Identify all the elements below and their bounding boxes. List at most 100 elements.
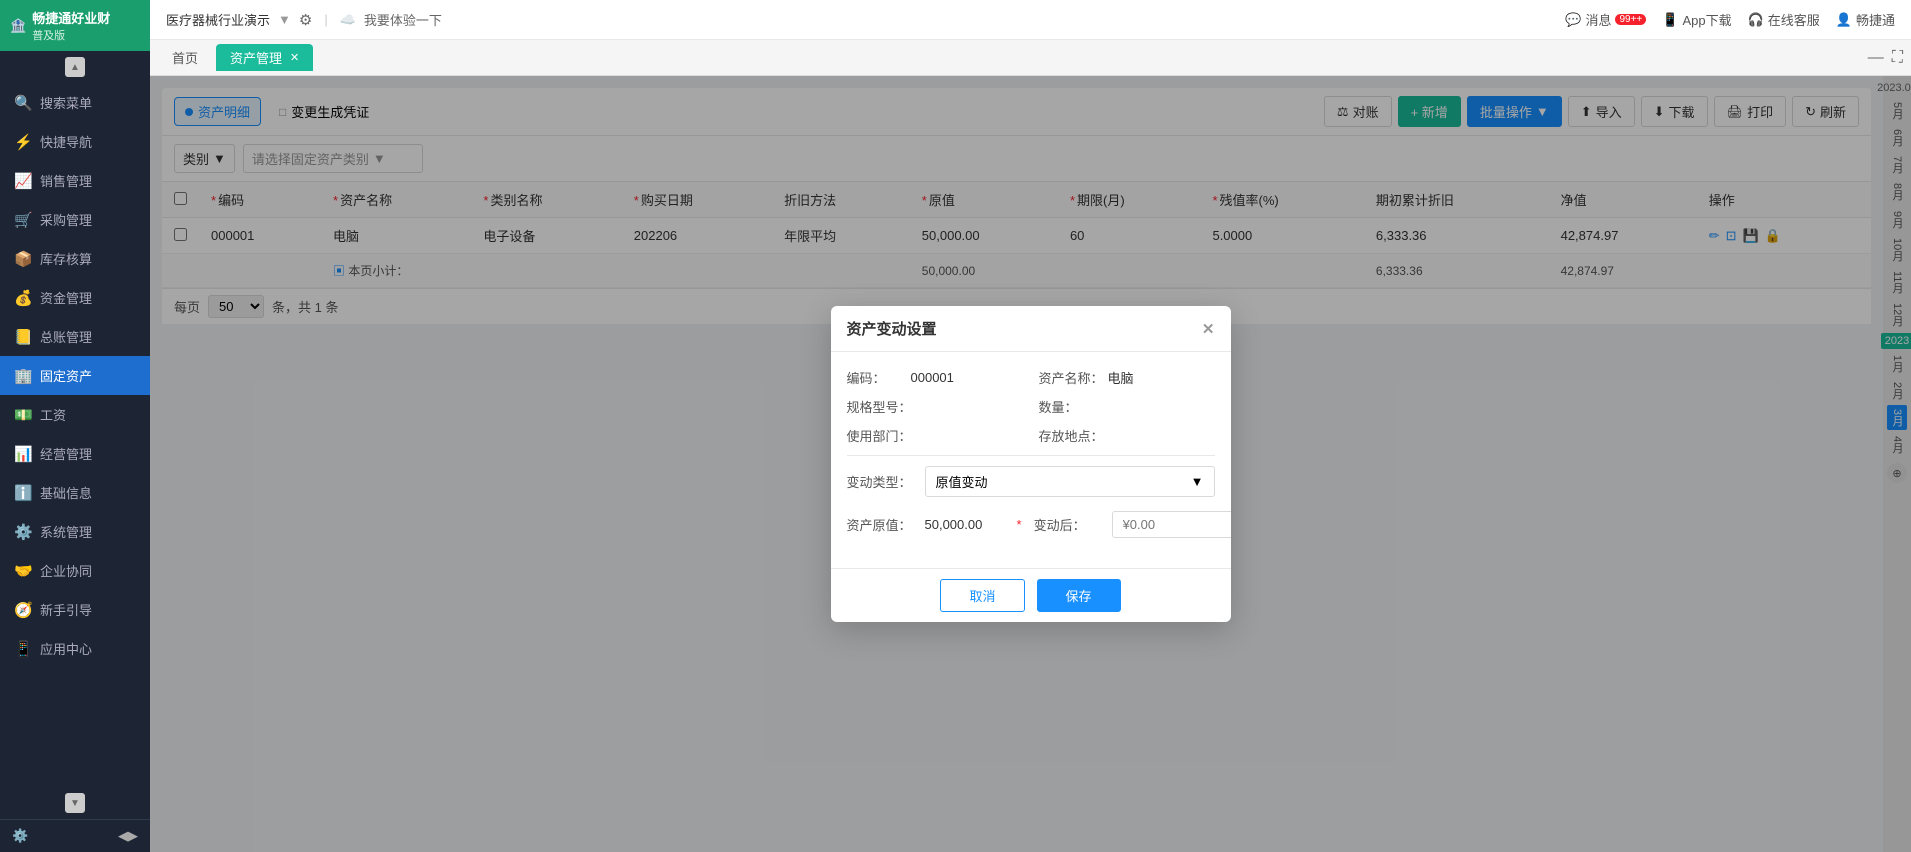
sidebar-scroll-up[interactable]: ▲ — [65, 57, 85, 77]
sidebar-item-ledger[interactable]: 📒 总账管理 — [0, 317, 150, 356]
app-download-label: App下载 — [1682, 10, 1731, 29]
dialog-field-code: 编码： 000001 — [847, 368, 1023, 387]
sidebar-label-sales: 销售管理 — [40, 171, 92, 190]
dialog-spec-label: 规格型号： — [847, 397, 912, 416]
service-icon: 🎧 — [1748, 12, 1764, 28]
dialog-dept-label: 使用部门： — [847, 426, 912, 445]
sidebar-item-payroll[interactable]: 💵 工资 — [0, 395, 150, 434]
finance-icon: 💰 — [14, 289, 32, 307]
app-edition: 普及版 — [32, 27, 110, 43]
change-type-select[interactable]: 原值变动 ▼ — [925, 466, 1215, 497]
settings-gear-icon[interactable]: ⚙ — [299, 11, 312, 29]
download-icon: 📱 — [1662, 12, 1678, 28]
sidebar-label-business: 经营管理 — [40, 444, 92, 463]
dialog-code-label: 编码： — [847, 368, 907, 387]
sidebar-bottom: ⚙️ ◀▶ — [0, 819, 150, 852]
enterprise-icon: 🤝 — [14, 562, 32, 580]
messages-icon: 💬 — [1565, 12, 1581, 28]
dialog-field-location: 存放地点： — [1039, 426, 1215, 445]
settings-icon[interactable]: ⚙️ — [12, 828, 28, 844]
sidebar-item-guide[interactable]: 🧭 新手引导 — [0, 590, 150, 629]
sidebar-label-inventory: 库存核算 — [40, 249, 92, 268]
system-icon: ⚙️ — [14, 523, 32, 541]
sidebar-item-purchase[interactable]: 🛒 采购管理 — [0, 200, 150, 239]
dialog-field-name: 资产名称： 电脑 — [1039, 368, 1215, 387]
online-service-button[interactable]: 🎧 在线客服 — [1748, 10, 1820, 29]
quick-nav-icon: ⚡ — [14, 133, 32, 151]
experience-cloud-icon: ☁️ — [340, 12, 356, 28]
sidebar-item-system[interactable]: ⚙️ 系统管理 — [0, 512, 150, 551]
inventory-icon: 📦 — [14, 250, 32, 268]
dialog-footer: 取消 保存 — [831, 568, 1231, 622]
user-avatar[interactable]: 👤 畅捷通 — [1836, 10, 1895, 29]
asset-original-value: 50,000.00 — [925, 517, 1005, 532]
sidebar-item-sales[interactable]: 📈 销售管理 — [0, 161, 150, 200]
after-change-input[interactable] — [1112, 511, 1231, 538]
app-download-button[interactable]: 📱 App下载 — [1662, 10, 1731, 29]
tab-close-icon[interactable]: ✕ — [290, 51, 299, 64]
home-tab-label: 首页 — [172, 48, 198, 67]
sidebar-label-ledger: 总账管理 — [40, 327, 92, 346]
dialog-close-icon[interactable]: ✕ — [1202, 320, 1215, 338]
sidebar-item-quick-nav[interactable]: ⚡ 快捷导航 — [0, 122, 150, 161]
sidebar-item-app-center[interactable]: 📱 应用中心 — [0, 629, 150, 668]
dialog-name-value: 电脑 — [1108, 368, 1134, 387]
search-icon: 🔍 — [14, 94, 32, 112]
minimize-button[interactable]: — — [1868, 49, 1884, 67]
content-area: 资产明细 □ 变更生成凭证 ⚖ 对账 + 新增 批量操作 — [150, 76, 1911, 852]
sidebar-item-finance[interactable]: 💰 资金管理 — [0, 278, 150, 317]
dialog-overlay: 资产变动设置 ✕ 编码： 000001 资产名称： 电脑 — [150, 76, 1911, 852]
tab-home[interactable]: 首页 — [158, 44, 212, 71]
dialog-row-dept-location: 使用部门： 存放地点： — [847, 426, 1215, 445]
required-star: * — [1017, 517, 1022, 532]
sidebar-label-purchase: 采购管理 — [40, 210, 92, 229]
tab-asset-management[interactable]: 资产管理 ✕ — [216, 44, 313, 71]
ledger-icon: 📒 — [14, 328, 32, 346]
guide-icon: 🧭 — [14, 601, 32, 619]
dialog-body: 编码： 000001 资产名称： 电脑 规格型号： — [831, 352, 1231, 568]
messages-button[interactable]: 💬 消息 99+ — [1565, 10, 1646, 29]
asset-value-label: 资产原值： — [847, 515, 917, 534]
sidebar-label-system: 系统管理 — [40, 522, 92, 541]
app-logo-icon: 🏦 — [10, 18, 26, 34]
purchase-icon: 🛒 — [14, 211, 32, 229]
sidebar-item-enterprise[interactable]: 🤝 企业协同 — [0, 551, 150, 590]
dialog-title: 资产变动设置 — [847, 318, 937, 339]
dialog-field-quantity: 数量： — [1039, 397, 1215, 416]
user-name: 畅捷通 — [1856, 10, 1895, 29]
after-change-label: 变动后： — [1034, 515, 1104, 534]
cancel-button[interactable]: 取消 — [940, 579, 1024, 612]
sidebar-label-app-center: 应用中心 — [40, 639, 92, 658]
expand-button[interactable]: ⛶ — [1892, 49, 1903, 67]
sidebar-item-business[interactable]: 📊 经营管理 — [0, 434, 150, 473]
collapse-sidebar-icon[interactable]: ◀▶ — [118, 828, 138, 844]
save-button[interactable]: 保存 — [1037, 579, 1121, 612]
sidebar-item-inventory[interactable]: 📦 库存核算 — [0, 239, 150, 278]
tabs-right: — ⛶ — [1868, 49, 1903, 67]
dialog-form-row-change-type: 变动类型： 原值变动 ▼ — [847, 466, 1215, 497]
topbar-left: 医疗器械行业演示 ▼ ⚙ | ☁️ 我要体验一下 — [166, 10, 442, 29]
change-type-dropdown-icon: ▼ — [1191, 474, 1204, 489]
topbar-right: 💬 消息 99+ 📱 App下载 🎧 在线客服 👤 畅捷通 — [1565, 10, 1895, 29]
experience-label[interactable]: 我要体验一下 — [364, 10, 442, 29]
sidebar-item-search[interactable]: 🔍 搜索菜单 — [0, 83, 150, 122]
sidebar-header: 🏦 畅捷通好业财 普及版 — [0, 0, 150, 51]
sidebar-item-basic-info[interactable]: ℹ️ 基础信息 — [0, 473, 150, 512]
sidebar-label-guide: 新手引导 — [40, 600, 92, 619]
sidebar-label-basic-info: 基础信息 — [40, 483, 92, 502]
dialog-code-value: 000001 — [911, 370, 954, 385]
company-name: 医疗器械行业演示 — [166, 10, 270, 29]
sidebar-label-quick-nav: 快捷导航 — [40, 132, 92, 151]
topbar: 医疗器械行业演示 ▼ ⚙ | ☁️ 我要体验一下 💬 消息 99+ 📱 App下… — [150, 0, 1911, 40]
messages-label: 消息 — [1585, 10, 1611, 29]
divider: | — [324, 12, 327, 27]
sidebar-item-fixed-assets[interactable]: 🏢 固定资产 — [0, 356, 150, 395]
company-dropdown-icon[interactable]: ▼ — [278, 12, 291, 27]
dialog-form-row-asset-value: 资产原值： 50,000.00 * 变动后： — [847, 511, 1215, 538]
dialog-name-label: 资产名称： — [1039, 368, 1104, 387]
change-type-label: 变动类型： — [847, 472, 917, 491]
dialog-header: 资产变动设置 ✕ — [831, 306, 1231, 352]
sidebar-scroll-down[interactable]: ▼ — [65, 793, 85, 813]
app-title: 畅捷通好业财 — [32, 8, 110, 27]
payroll-icon: 💵 — [14, 406, 32, 424]
